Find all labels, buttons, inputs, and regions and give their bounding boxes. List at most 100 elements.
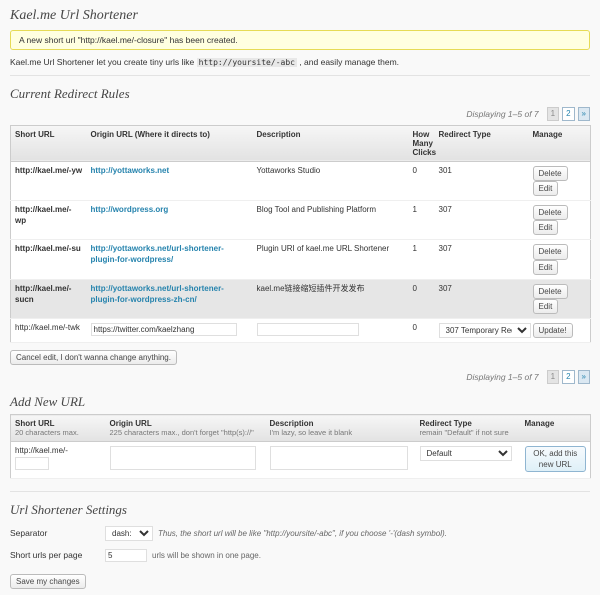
cancel-row: Cancel edit, I don't wanna change anythi…	[10, 350, 590, 366]
origin-url-link[interactable]: http://yottaworks.net	[91, 166, 170, 175]
per-page-label: Short urls per page	[10, 550, 83, 561]
edit-description-input[interactable]	[256, 323, 359, 337]
separator-hint: Thus, the short url will be like "http:/…	[158, 528, 447, 538]
col-title: Manage	[524, 419, 555, 429]
intro-after: , and easily manage them.	[299, 57, 400, 67]
edit-button[interactable]: Edit	[532, 298, 559, 315]
col-title: Redirect Type	[419, 419, 472, 429]
page-title: Kael.me Url Shortener	[10, 8, 138, 23]
pagination-next-icon[interactable]: »	[577, 107, 590, 121]
delete-button[interactable]: Delete	[532, 283, 568, 299]
add-new-url-table: Short URL 20 characters max. Origin URL …	[10, 414, 591, 479]
separator-label: Separator	[10, 528, 48, 539]
pagination-page-1[interactable]: 1	[546, 107, 560, 121]
col-short-url: Short URL	[10, 125, 87, 162]
tablenav-bottom: Displaying 1–5 of 7 1 2 »	[10, 370, 590, 385]
section-current-redirect-rules: Current Redirect Rules	[10, 86, 130, 101]
save-changes-button[interactable]: Save my changes	[10, 573, 86, 590]
clicks-cell: 0	[408, 161, 435, 201]
short-url-cell: http://kael.me/-wp	[10, 200, 87, 241]
edit-origin-input[interactable]	[90, 323, 237, 337]
description-cell: kael.me链接缩短插件开发发布	[252, 279, 409, 320]
edit-button[interactable]: Edit	[532, 220, 559, 236]
edit-row: http://kael.me/-twk 0 307 Temporary Redi…	[10, 318, 591, 344]
new-origin-url-textarea[interactable]	[109, 446, 256, 471]
col-new-description: Description I'm lazy, so leave it blank	[265, 414, 416, 443]
col-new-origin-url: Origin URL 225 characters max., don't fo…	[105, 414, 266, 443]
delete-button[interactable]: Delete	[532, 204, 568, 221]
new-redirect-type-select[interactable]: Default	[419, 446, 512, 462]
col-hint: I'm lazy, so leave it blank	[269, 428, 353, 438]
col-new-short-url: Short URL 20 characters max.	[10, 414, 106, 443]
section-divider	[10, 490, 590, 492]
clicks-cell: 0	[408, 318, 435, 344]
delete-button[interactable]: Delete	[532, 165, 568, 181]
tablenav-top: Displaying 1–5 of 7 1 2 »	[10, 107, 590, 121]
col-title: Origin URL	[109, 419, 152, 429]
description-cell: Plugin URI of kael.me URL Shortener	[252, 239, 409, 280]
save-row: Save my changes	[10, 573, 590, 590]
success-notice: A new short url "http://kael.me/-closure…	[10, 30, 590, 50]
redirect-type-cell: 301	[434, 161, 529, 201]
description-cell: Blog Tool and Publishing Platform	[252, 200, 409, 241]
delete-button[interactable]: Delete	[532, 244, 568, 260]
redirect-type-cell: 307	[434, 279, 529, 320]
short-url-cell: http://kael.me/-sucn	[10, 279, 87, 320]
per-page-input[interactable]	[105, 548, 147, 562]
pagination-page-2[interactable]: 2	[562, 370, 575, 385]
col-manage: Manage	[528, 125, 591, 162]
col-clicks: How Many Clicks	[408, 125, 436, 162]
update-button[interactable]: Update!	[532, 323, 573, 339]
col-hint: remain "Default" if not sure	[419, 428, 509, 438]
col-title: Short URL	[15, 419, 55, 429]
pagination-page-1[interactable]: 1	[546, 370, 560, 385]
col-hint: 20 characters max.	[15, 428, 79, 438]
origin-url-link[interactable]: http://wordpress.org	[91, 205, 169, 214]
new-description-textarea[interactable]	[269, 446, 408, 471]
separator-select[interactable]: dash: -	[105, 525, 153, 541]
pagination-next-icon[interactable]: »	[577, 370, 590, 385]
intro-before: Kael.me Url Shortener let you create tin…	[10, 57, 195, 67]
notice-text: A new short url "http://kael.me/-closure…	[19, 35, 238, 45]
description-cell: Yottaworks Studio	[252, 161, 409, 201]
redirect-type-cell: 307	[434, 239, 529, 280]
origin-url-link[interactable]: http://yottaworks.net/url-shortener-plug…	[91, 244, 224, 264]
col-origin-url: Origin URL (Where it directs to)	[86, 125, 253, 162]
per-page-hint: urls will be shown in one page.	[152, 550, 261, 560]
add-url-button[interactable]: OK, add this new URL	[524, 446, 586, 473]
short-url-prefix: http://kael.me/-	[15, 446, 68, 456]
origin-url-link[interactable]: http://yottaworks.net/url-shortener-plug…	[91, 284, 224, 304]
redirect-type-cell: 307	[434, 200, 529, 241]
table-row: http://kael.me/-yw http://yottaworks.net…	[10, 161, 591, 201]
cancel-edit-button[interactable]: Cancel edit, I don't wanna change anythi…	[10, 350, 177, 366]
displaying-count: Displaying 1–5 of 7	[466, 372, 539, 383]
clicks-cell: 0	[408, 279, 435, 320]
edit-button[interactable]: Edit	[532, 259, 559, 275]
table-row: http://kael.me/-su http://yottaworks.net…	[10, 239, 591, 280]
short-url-cell: http://kael.me/-yw	[10, 161, 87, 201]
intro-code: http://yoursite/-abc	[196, 58, 297, 67]
col-new-manage: Manage	[520, 414, 591, 443]
url-shortener-admin-page: Kael.me Url Shortener A new short url "h…	[0, 0, 600, 595]
col-redirect-type: Redirect Type	[434, 125, 529, 162]
short-url-cell: http://kael.me/-twk	[10, 318, 87, 344]
per-page-setting-row: Short urls per page urls will be shown i…	[10, 548, 590, 562]
short-url-cell: http://kael.me/-su	[10, 239, 87, 280]
pagination-page-2[interactable]: 2	[562, 107, 575, 121]
table-row: http://kael.me/-wp http://wordpress.org …	[10, 200, 591, 241]
new-short-url-input[interactable]	[15, 456, 49, 470]
clicks-cell: 1	[408, 200, 435, 241]
col-hint: 225 characters max., don't forget "http(…	[109, 428, 254, 438]
edit-redirect-type-select[interactable]: 307 Temporary Redirect	[438, 323, 531, 339]
clicks-cell: 1	[408, 239, 435, 280]
section-add-new-url: Add New URL	[10, 394, 86, 410]
add-new-table-header: Short URL 20 characters max. Origin URL …	[10, 414, 591, 443]
intro-text: Kael.me Url Shortener let you create tin…	[10, 57, 590, 76]
section-settings: Url Shortener Settings	[10, 501, 127, 517]
add-new-row: http://kael.me/- Default OK, add this ne…	[10, 441, 591, 479]
separator-setting-row: Separator dash: - Thus, the short url wi…	[10, 525, 590, 541]
redirect-rules-table: Short URL Origin URL (Where it directs t…	[10, 124, 591, 344]
redirect-rules-table-header: Short URL Origin URL (Where it directs t…	[10, 125, 591, 162]
col-title: Description	[269, 419, 314, 429]
edit-button[interactable]: Edit	[532, 180, 559, 196]
